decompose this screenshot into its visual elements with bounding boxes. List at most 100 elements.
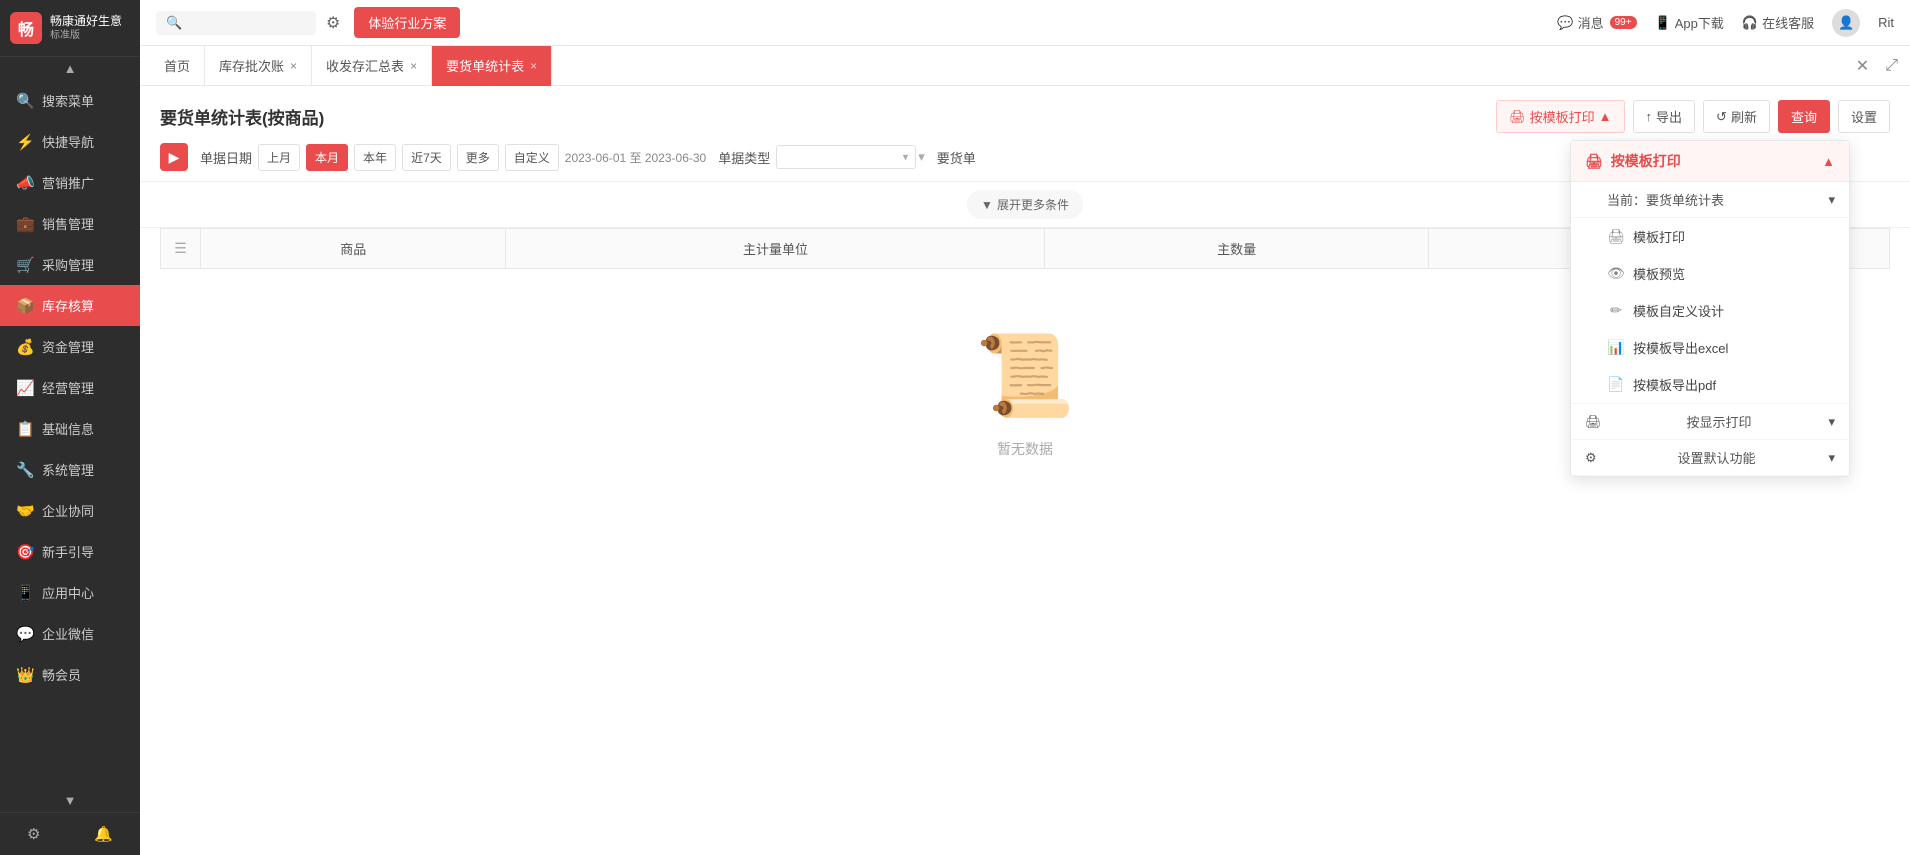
display-print-arrow: ▾	[1828, 414, 1835, 430]
date-label: 单据日期	[200, 148, 252, 167]
sidebar-item-member[interactable]: 👑 畅会员	[0, 654, 140, 695]
sidebar-item-guide[interactable]: 🎯 新手引导	[0, 531, 140, 572]
expand-icon: ▼	[981, 198, 993, 212]
dropdown-header[interactable]: 🖨 按模板打印 ▲	[1571, 141, 1849, 182]
sidebar-nav: 🔍 搜索菜单 ⚡ 快捷导航 📣 营销推广 💼 销售管理 🛒 采购管理 📦 库存核…	[0, 80, 140, 789]
dropdown-current-arrow: ▾	[1828, 192, 1835, 208]
date-btn-custom[interactable]: 自定义	[505, 144, 559, 171]
sidebar-item-app-center[interactable]: 📱 应用中心	[0, 572, 140, 613]
date-btn-last-month[interactable]: 上月	[258, 144, 300, 171]
member-icon: 👑	[16, 666, 34, 684]
sidebar-item-quick-nav-label: 快捷导航	[42, 132, 94, 151]
dropdown-title: 按模板打印	[1611, 151, 1681, 171]
topbar-right: 💬 消息 99+ 📱 App下载 🎧 在线客服 👤 Rit	[1557, 9, 1894, 37]
search-input[interactable]	[188, 16, 306, 30]
scroll-down-btn[interactable]: ▼	[0, 789, 140, 812]
tab-collect-summary[interactable]: 收发存汇总表 ×	[312, 46, 432, 86]
dropdown-printer-icon: 🖨	[1585, 153, 1603, 170]
trial-btn[interactable]: 体验行业方案	[354, 7, 460, 38]
topbar-search[interactable]: 🔍	[156, 11, 316, 35]
gear-icon[interactable]: ⚙	[326, 13, 340, 33]
sidebar-item-system-label: 系统管理	[42, 460, 94, 479]
template-preview-icon: 👁	[1607, 265, 1625, 282]
dropdown-item-template-print[interactable]: 🖨 模板打印	[1571, 218, 1849, 255]
win-close-btn[interactable]: ✕	[1852, 54, 1873, 78]
table-settings-icon[interactable]: ☰	[174, 240, 187, 256]
sound-bottom-icon[interactable]: 🔔	[86, 821, 121, 847]
export-btn[interactable]: ↑ 导出	[1633, 100, 1696, 133]
system-icon: 🔧	[16, 461, 34, 479]
type-filter-group: 单据类型 ▾	[718, 145, 925, 169]
tab-home-label: 首页	[164, 56, 190, 75]
dropdown-current-header[interactable]: 当前：要货单统计表 ▾	[1571, 182, 1849, 217]
chevron-up-icon: ▲	[1599, 109, 1612, 124]
date-range: 2023-06-01 至 2023-06-30	[565, 149, 706, 166]
basic-info-icon: 📋	[16, 420, 34, 438]
dropdown-header-left: 🖨 按模板打印	[1585, 151, 1681, 171]
sidebar-item-wechat[interactable]: 💬 企业微信	[0, 613, 140, 654]
avatar[interactable]: 👤	[1832, 9, 1860, 37]
sidebar-item-system[interactable]: 🔧 系统管理	[0, 449, 140, 490]
sidebar-item-quick-nav[interactable]: ⚡ 快捷导航	[0, 121, 140, 162]
query-btn[interactable]: 查询	[1778, 100, 1830, 133]
tab-home[interactable]: 首页	[150, 46, 205, 86]
sidebar-item-app-center-label: 应用中心	[42, 583, 94, 602]
set-default-icon: ⚙	[1585, 450, 1597, 466]
wechat-icon: 💬	[16, 625, 34, 643]
app-name: 畅康通好生意	[50, 14, 122, 30]
dropdown-display-print-header[interactable]: 🖨 按显示打印 ▾	[1571, 404, 1849, 439]
win-maximize-btn[interactable]: ⤢	[1881, 55, 1902, 77]
sidebar-item-marketing[interactable]: 📣 营销推广	[0, 162, 140, 203]
refresh-btn[interactable]: ↺ 刷新	[1703, 100, 1770, 133]
service-icon: 🎧	[1742, 15, 1758, 31]
dropdown-item-template-preview[interactable]: 👁 模板预览	[1571, 255, 1849, 292]
messages-label: 消息	[1578, 13, 1604, 32]
export-excel-icon: 📊	[1607, 339, 1625, 356]
sidebar-item-collab[interactable]: 🤝 企业协同	[0, 490, 140, 531]
dropdown-item-template-custom[interactable]: ✏ 模板自定义设计	[1571, 292, 1849, 329]
online-service-btn[interactable]: 🎧 在线客服	[1742, 13, 1814, 32]
collab-icon: 🤝	[16, 502, 34, 520]
type-select[interactable]	[776, 145, 916, 169]
dropdown-item-export-pdf[interactable]: 📄 按模板导出pdf	[1571, 366, 1849, 403]
sales-icon: 💼	[16, 215, 34, 233]
tab-order-stats-close[interactable]: ×	[530, 59, 537, 73]
template-print-btn[interactable]: 🖨 按模板打印 ▲	[1496, 100, 1624, 133]
dropdown-items-section: 🖨 模板打印 👁 模板预览 ✏ 模板自定义设计 📊 按模板导出excel 📄	[1571, 218, 1849, 404]
dropdown-item-export-excel[interactable]: 📊 按模板导出excel	[1571, 329, 1849, 366]
app-logo: 畅 畅康通好生意 标准版	[0, 0, 140, 57]
expand-more-btn[interactable]: ▼ 展开更多条件	[967, 190, 1083, 219]
sidebar-item-operations-label: 经营管理	[42, 378, 94, 397]
tab-batch-accounts-close[interactable]: ×	[290, 59, 297, 73]
tab-batch-accounts[interactable]: 库存批次账 ×	[205, 46, 312, 86]
sidebar-item-sales[interactable]: 💼 销售管理	[0, 203, 140, 244]
export-icon: ↑	[1646, 109, 1653, 124]
date-btn-this-year[interactable]: 本年	[354, 144, 396, 171]
tab-order-stats[interactable]: 要货单统计表 ×	[432, 46, 552, 86]
dropdown-set-default-header[interactable]: ⚙ 设置默认功能 ▾	[1571, 440, 1849, 475]
date-btn-7days[interactable]: 近7天	[402, 144, 451, 171]
guide-icon: 🎯	[16, 543, 34, 561]
tab-collect-summary-close[interactable]: ×	[410, 59, 417, 73]
settings-btn[interactable]: 设置	[1838, 100, 1890, 133]
settings-bottom-icon[interactable]: ⚙	[19, 821, 48, 847]
sidebar-item-finance[interactable]: 💰 资金管理	[0, 326, 140, 367]
app-download-btn[interactable]: 📱 App下载	[1655, 13, 1724, 32]
date-btn-this-month[interactable]: 本月	[306, 144, 348, 171]
messages-badge: 99+	[1610, 16, 1637, 29]
sidebar-item-operations[interactable]: 📈 经营管理	[0, 367, 140, 408]
filter-toggle-btn[interactable]: ▶	[160, 143, 188, 171]
window-controls: ✕ ⤢	[1852, 54, 1910, 78]
dropdown-set-default-label: 设置默认功能	[1678, 448, 1756, 467]
action-bar: 🖨 按模板打印 ▲ ↑ 导出 ↺ 刷新 查询 设置	[1496, 100, 1890, 133]
scroll-up-btn[interactable]: ▲	[0, 57, 140, 80]
messages-btn[interactable]: 💬 消息 99+	[1557, 13, 1636, 32]
avatar-placeholder: 👤	[1838, 15, 1854, 31]
sidebar-item-inventory[interactable]: 📦 库存核算	[0, 285, 140, 326]
print-dropdown: 🖨 按模板打印 ▲ 当前：要货单统计表 ▾ 🖨 模板打印	[1570, 140, 1850, 477]
sidebar-item-search[interactable]: 🔍 搜索菜单	[0, 80, 140, 121]
date-btn-more[interactable]: 更多	[457, 144, 499, 171]
sidebar-item-basic-info[interactable]: 📋 基础信息	[0, 408, 140, 449]
sidebar-item-purchase[interactable]: 🛒 采购管理	[0, 244, 140, 285]
dropdown-current-label: 当前：要货单统计表	[1607, 190, 1724, 209]
